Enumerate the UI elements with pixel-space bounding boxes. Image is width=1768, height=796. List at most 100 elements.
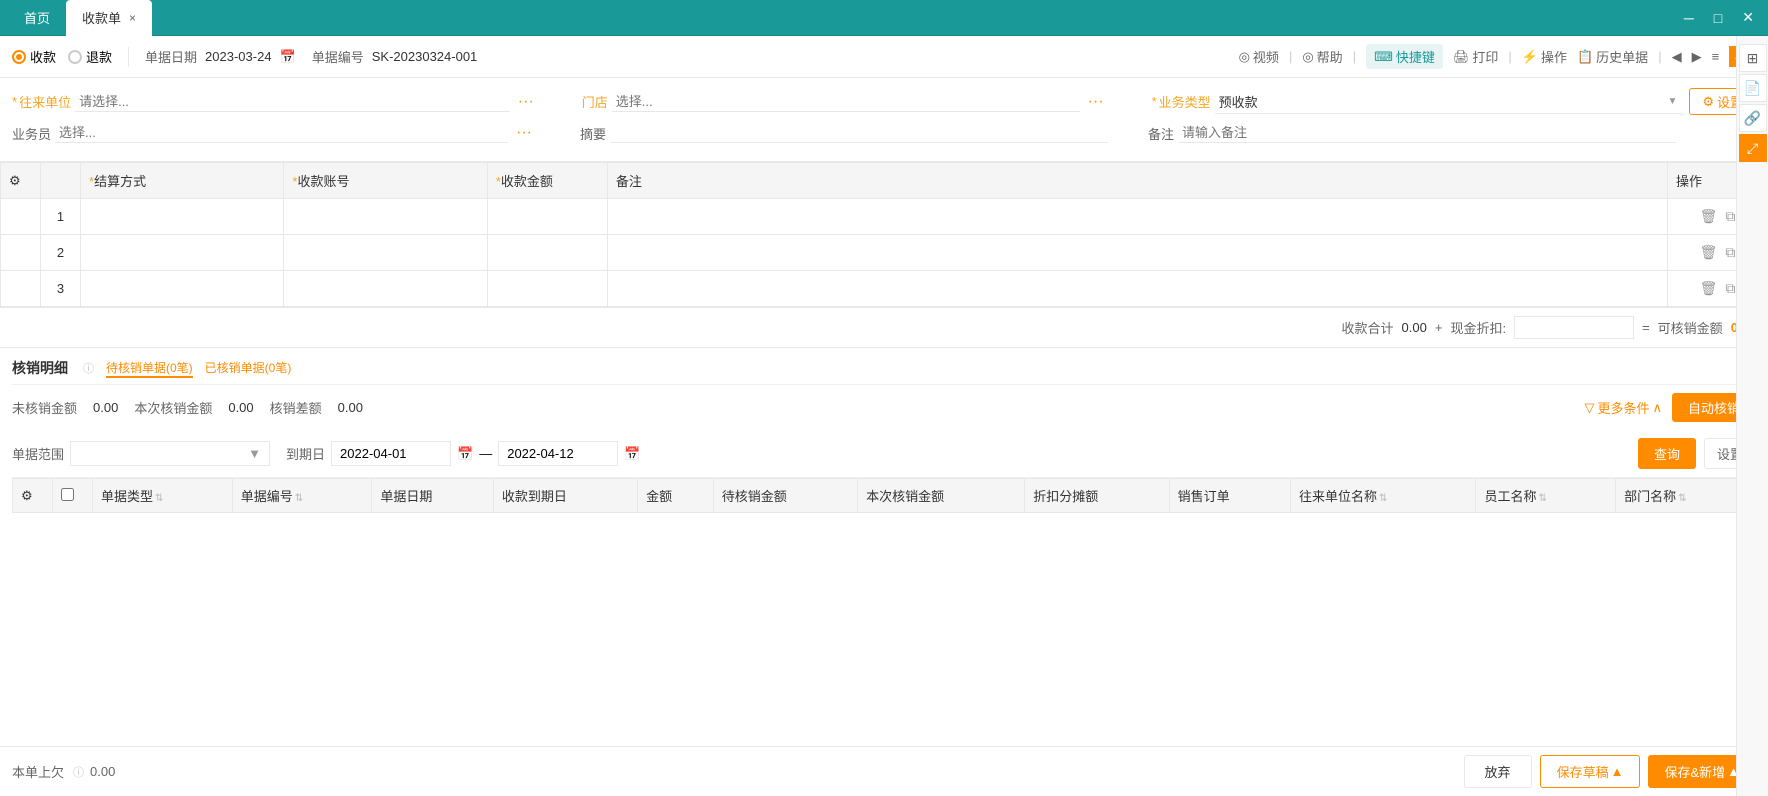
bottom-info-value: 0.00 (90, 764, 115, 779)
bottom-info-label: 本单上欠 (12, 762, 64, 781)
calendar-icon[interactable]: 📅 (280, 49, 296, 65)
row2-amount[interactable] (487, 235, 607, 271)
row2-account[interactable] (284, 235, 487, 271)
sidebar-table-icon[interactable]: ⊞ (1739, 44, 1767, 72)
writeoff-info-icon[interactable]: ⓘ (83, 360, 94, 376)
row3-remark[interactable] (607, 271, 1667, 307)
staff-more-icon[interactable]: ··· (508, 124, 540, 142)
range-select-arrow: ▼ (248, 446, 261, 461)
tab-bar-right: ─ □ ✕ (1678, 7, 1760, 28)
save-draft-button[interactable]: 保存草稿 ▲ (1540, 755, 1641, 788)
detail-settings-header[interactable]: ⚙ (13, 479, 53, 513)
refund-radio-item[interactable]: 退款 (68, 47, 112, 66)
main-content: 收款 退款 单据日期 2023-03-24 📅 单据编号 SK-20230324… (0, 36, 1768, 796)
row1-settlement[interactable] (81, 199, 284, 235)
table-row: 1 🗑 ⧉ (1, 199, 1768, 235)
win-maximize-btn[interactable]: □ (1708, 8, 1728, 28)
detail-gear-icon[interactable]: ⚙ (21, 488, 33, 503)
store-field: 门店 ··· (582, 92, 1112, 112)
sidebar-expand-icon[interactable]: ⤢ (1739, 134, 1767, 162)
list-view-icon[interactable]: ≡ (1712, 49, 1720, 64)
range-label: 单据范围 (12, 444, 64, 463)
row1-settings (1, 199, 41, 235)
win-close-btn[interactable]: ✕ (1736, 7, 1760, 28)
refund-radio-label: 退款 (86, 47, 112, 66)
row3-delete-btn[interactable]: 🗑 (1698, 278, 1720, 299)
more-conditions-btn[interactable]: ▽ 更多条件 ∧ (1584, 398, 1662, 417)
toolbar-date-info: 单据日期 2023-03-24 📅 (145, 47, 296, 66)
shortcut-item[interactable]: ⌨ 快捷键 (1366, 44, 1443, 69)
bottom-info-icon[interactable]: ⓘ (73, 764, 84, 780)
bottom-actions: 放弃 保存草稿 ▲ 保存&新增 ▲ (1464, 755, 1756, 788)
form-row-2: 业务员 ··· 摘要 备注 (12, 123, 1756, 143)
row1-amount[interactable] (487, 199, 607, 235)
store-more-icon[interactable]: ··· (1080, 93, 1112, 111)
sidebar-link-icon[interactable]: 🔗 (1739, 104, 1767, 132)
detail-checkbox-header[interactable] (53, 479, 93, 513)
receipt-radio-item[interactable]: 收款 (12, 47, 56, 66)
writeoff-stats: 未核销金额 0.00 本次核销金额 0.00 核销差额 0.00 ▽ 更多条件 … (12, 385, 1756, 430)
writeoff-section: 核销明细 ⓘ 待核销单据(0笔) 已核销单据(0笔) 未核销金额 0.00 本次… (0, 348, 1768, 746)
filter-icon: ▽ (1584, 400, 1594, 416)
history-item[interactable]: 📋 历史单据 (1577, 47, 1648, 66)
row1-remark[interactable] (607, 199, 1667, 235)
staff-input[interactable] (55, 123, 508, 143)
biz-type-field: * 业务类型 预收款 ▼ (1152, 90, 1682, 114)
row3-amount[interactable] (487, 271, 607, 307)
range-select[interactable]: ▼ (70, 441, 270, 466)
row2-remark[interactable] (607, 235, 1667, 271)
row2-settlement[interactable] (81, 235, 284, 271)
remark-input[interactable] (1178, 123, 1676, 143)
tab-home[interactable]: 首页 (8, 0, 66, 36)
detail-type-header: 单据类型⇅ (93, 479, 233, 513)
customer-more-icon[interactable]: ··· (510, 93, 542, 111)
sort-icon: ⇅ (1538, 493, 1546, 504)
customer-required-star: * (12, 94, 17, 109)
customer-input[interactable] (75, 92, 510, 112)
tab-done[interactable]: 已核销单据(0笔) (205, 359, 292, 378)
date-value: 2023-03-24 (205, 49, 272, 64)
row1-delete-btn[interactable]: 🗑 (1698, 206, 1720, 227)
date-from-input[interactable] (331, 441, 451, 466)
back-nav[interactable]: ◀ (1672, 49, 1682, 65)
row3-account[interactable] (284, 271, 487, 307)
biz-type-label: 业务类型 (1159, 92, 1211, 111)
biz-type-select[interactable]: 预收款 ▼ (1215, 90, 1682, 114)
calendar-to-icon[interactable]: 📅 (624, 446, 640, 462)
date-range: 📅 — 📅 (331, 441, 640, 466)
video-item[interactable]: ◎ 视频 (1239, 47, 1279, 66)
row3-settlement[interactable] (81, 271, 284, 307)
print-label: 打印 (1472, 47, 1498, 66)
settings-col-header[interactable]: ⚙ (1, 163, 41, 199)
date-to-input[interactable] (498, 441, 618, 466)
discount-input[interactable] (1514, 316, 1634, 339)
forward-nav[interactable]: ▶ (1692, 49, 1702, 65)
calendar-from-icon[interactable]: 📅 (457, 446, 473, 462)
amount-col-header: *收款金额 (487, 163, 607, 199)
detail-staff-header: 员工名称⇅ (1476, 479, 1616, 513)
discard-button[interactable]: 放弃 (1464, 755, 1532, 788)
tab-pending[interactable]: 待核销单据(0笔) (106, 359, 193, 378)
detail-number-header: 单据编号⇅ (232, 479, 372, 513)
chevron-up-icon: ∧ (1652, 400, 1662, 416)
total-label: 收款合计 (1342, 318, 1394, 337)
table-settings-icon[interactable]: ⚙ (9, 173, 21, 188)
win-minimize-btn[interactable]: ─ (1678, 8, 1700, 28)
row3-settings (1, 271, 41, 307)
store-input[interactable] (612, 92, 1080, 112)
receipt-radio-dot (12, 50, 26, 64)
row2-delete-btn[interactable]: 🗑 (1698, 242, 1720, 263)
summary-input[interactable] (610, 123, 1108, 143)
tab-receipt[interactable]: 收款单 × (66, 0, 152, 36)
gear-icon: ⚙ (1702, 94, 1714, 110)
sidebar-document-icon[interactable]: 📄 (1739, 74, 1767, 102)
sort-icon: ⇅ (295, 493, 303, 504)
query-btn[interactable]: 查询 (1638, 438, 1696, 469)
operation-item[interactable]: ⚡ 操作 (1522, 47, 1567, 66)
print-item[interactable]: 🖨 打印 (1453, 47, 1499, 66)
row1-account[interactable] (284, 199, 487, 235)
help-item[interactable]: ◎ 帮助 (1302, 47, 1342, 66)
toolbar-number-info: 单据编号 SK-20230324-001 (312, 47, 478, 66)
select-all-checkbox[interactable] (61, 488, 74, 501)
tab-close-icon[interactable]: × (129, 11, 136, 25)
